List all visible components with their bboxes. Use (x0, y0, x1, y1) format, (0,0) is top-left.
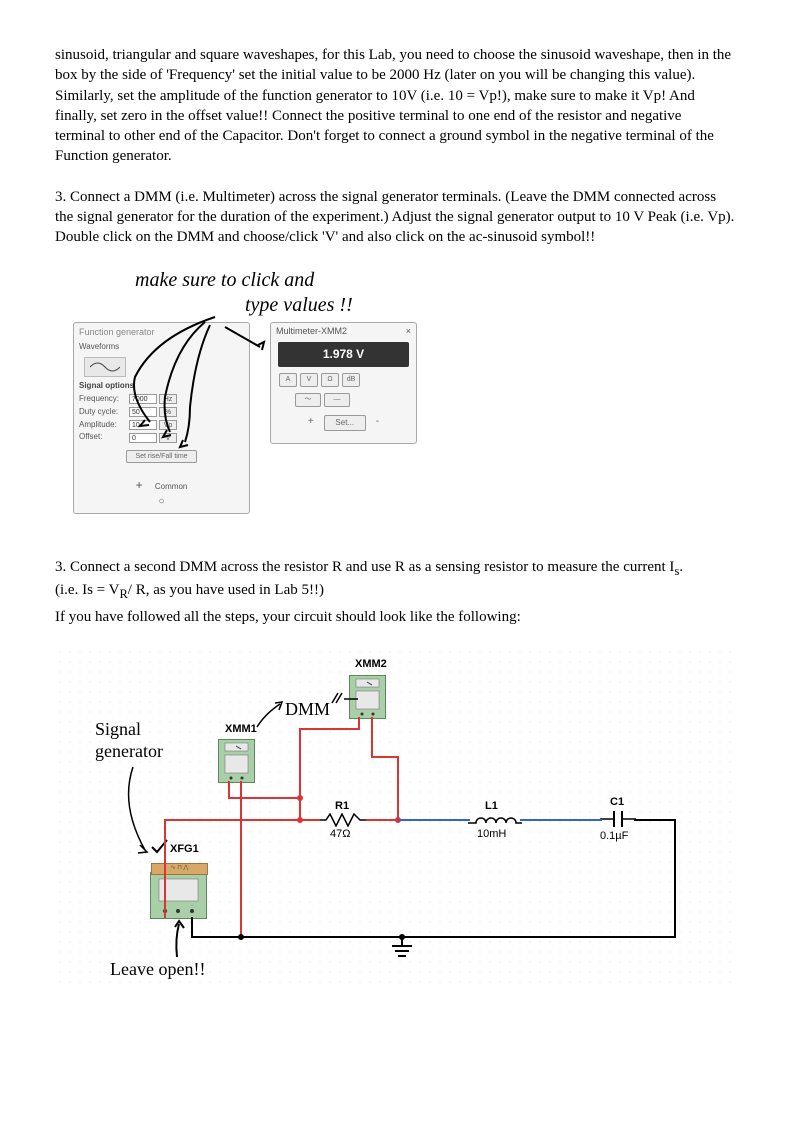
minus-terminal-icon: ○ (74, 495, 249, 509)
amp-unit[interactable]: Vp (159, 420, 177, 430)
xmm2-label: XMM2 (355, 657, 387, 672)
capacitor-icon (600, 809, 636, 829)
c1-label: C1 (610, 795, 624, 810)
mm-amp-button[interactable]: A (279, 373, 297, 387)
sine-wave-button[interactable] (84, 357, 126, 377)
r1-value: 47Ω (330, 827, 350, 842)
c1-value: 0.1µF (600, 829, 628, 844)
inductor-icon (468, 813, 522, 827)
wire-red (397, 756, 399, 820)
mm-ohm-button[interactable]: Ω (321, 373, 339, 387)
plus-terminal-icon: + (136, 478, 143, 492)
duty-input[interactable]: 50 (129, 407, 157, 417)
mm-volt-button[interactable]: V (300, 373, 318, 387)
wire-red (228, 781, 230, 799)
wire-black (634, 819, 676, 821)
xfg1-waveform-icons: ∿ ⊓ ⋀ (151, 863, 208, 875)
paragraph-1: sinusoid, triangular and square waveshap… (55, 45, 735, 167)
paragraph-4: If you have followed all the steps, your… (55, 607, 735, 627)
offset-unit: V (159, 433, 177, 443)
l1-value: 10mH (477, 827, 506, 842)
fg-signal-options-label: Signal options (74, 380, 249, 393)
circuit-diagram: DMM Signal generator Leave open!! XMM2 X… (55, 647, 735, 987)
handwriting-note-1: make sure to click and (135, 267, 314, 294)
multimeter-panel: Multimeter-XMM2 × 1.978 V A V Ω dB 〜 — +… (270, 322, 417, 444)
svg-text:-: - (191, 904, 193, 909)
fg-title: Function generator (74, 323, 249, 341)
dmm-arrow (255, 699, 290, 729)
handwriting-note-2: type values !! (245, 292, 353, 319)
mm-plus-icon: + (308, 415, 314, 431)
fg-waveforms-label: Waveforms (74, 341, 249, 354)
wire-red (366, 819, 398, 821)
mm-minus-icon: - (376, 415, 379, 431)
xmm1-component[interactable] (218, 739, 255, 783)
close-icon[interactable]: × (406, 325, 411, 337)
amp-input[interactable]: 10 (129, 420, 157, 430)
l1-label: L1 (485, 799, 498, 814)
figure-function-generator-multimeter: make sure to click and type values !! Fu… (55, 267, 735, 527)
paragraph-2: 3. Connect a DMM (i.e. Multimeter) acros… (55, 187, 735, 248)
dmm-handwriting: DMM (285, 697, 330, 721)
wire-node (238, 934, 244, 940)
wire-red (299, 728, 359, 730)
mm-dc-button[interactable]: — (324, 393, 350, 407)
wire-black (674, 819, 676, 937)
xfg1-component[interactable]: ∿ ⊓ ⋀ + - (150, 872, 207, 919)
set-rise-fall-button[interactable]: Set rise/Fall time (126, 450, 196, 463)
wire-blue (520, 819, 602, 821)
wire-red (164, 820, 166, 918)
signal-handwriting: Signal (95, 717, 141, 741)
xmm1-label: XMM1 (225, 722, 257, 737)
common-label: Common (155, 482, 187, 491)
paragraph-3: 3. Connect a second DMM across the resis… (55, 557, 735, 603)
mm-db-button[interactable]: dB (342, 373, 360, 387)
mm-set-button[interactable]: Set... (324, 415, 366, 431)
wire-node (297, 795, 303, 801)
generator-arrow (115, 765, 165, 855)
wire-red (358, 717, 360, 730)
freq-input[interactable]: 7000 (129, 394, 157, 404)
ground-icon (390, 936, 414, 962)
function-generator-panel: Function generator Waveforms Signal opti… (73, 322, 250, 514)
amp-label: Amplitude: (79, 420, 129, 431)
wire-red (240, 781, 242, 939)
offset-input[interactable]: 0 (129, 433, 157, 443)
freq-label: Frequency: (79, 394, 129, 405)
wire-black (192, 936, 676, 938)
duty-label: Duty cycle: (79, 407, 129, 418)
mm-display: 1.978 V (278, 342, 409, 366)
generator-handwriting: generator (95, 739, 163, 763)
wire-red (371, 717, 373, 757)
wire-blue (398, 819, 470, 821)
wire-black (191, 917, 193, 938)
duty-unit: % (159, 407, 177, 417)
xfg1-label: XFG1 (170, 842, 199, 857)
offset-label: Offset: (79, 432, 129, 443)
leave-open-handwriting: Leave open!! (110, 957, 205, 981)
mm-ac-button[interactable]: 〜 (295, 393, 321, 407)
r1-label: R1 (335, 799, 349, 814)
mm-title: Multimeter-XMM2 (276, 325, 347, 337)
wire-red (371, 756, 398, 758)
freq-unit[interactable]: Hz (159, 394, 177, 404)
wire-red (299, 729, 301, 821)
resistor-icon (318, 813, 368, 827)
dmm-mark (330, 689, 360, 707)
